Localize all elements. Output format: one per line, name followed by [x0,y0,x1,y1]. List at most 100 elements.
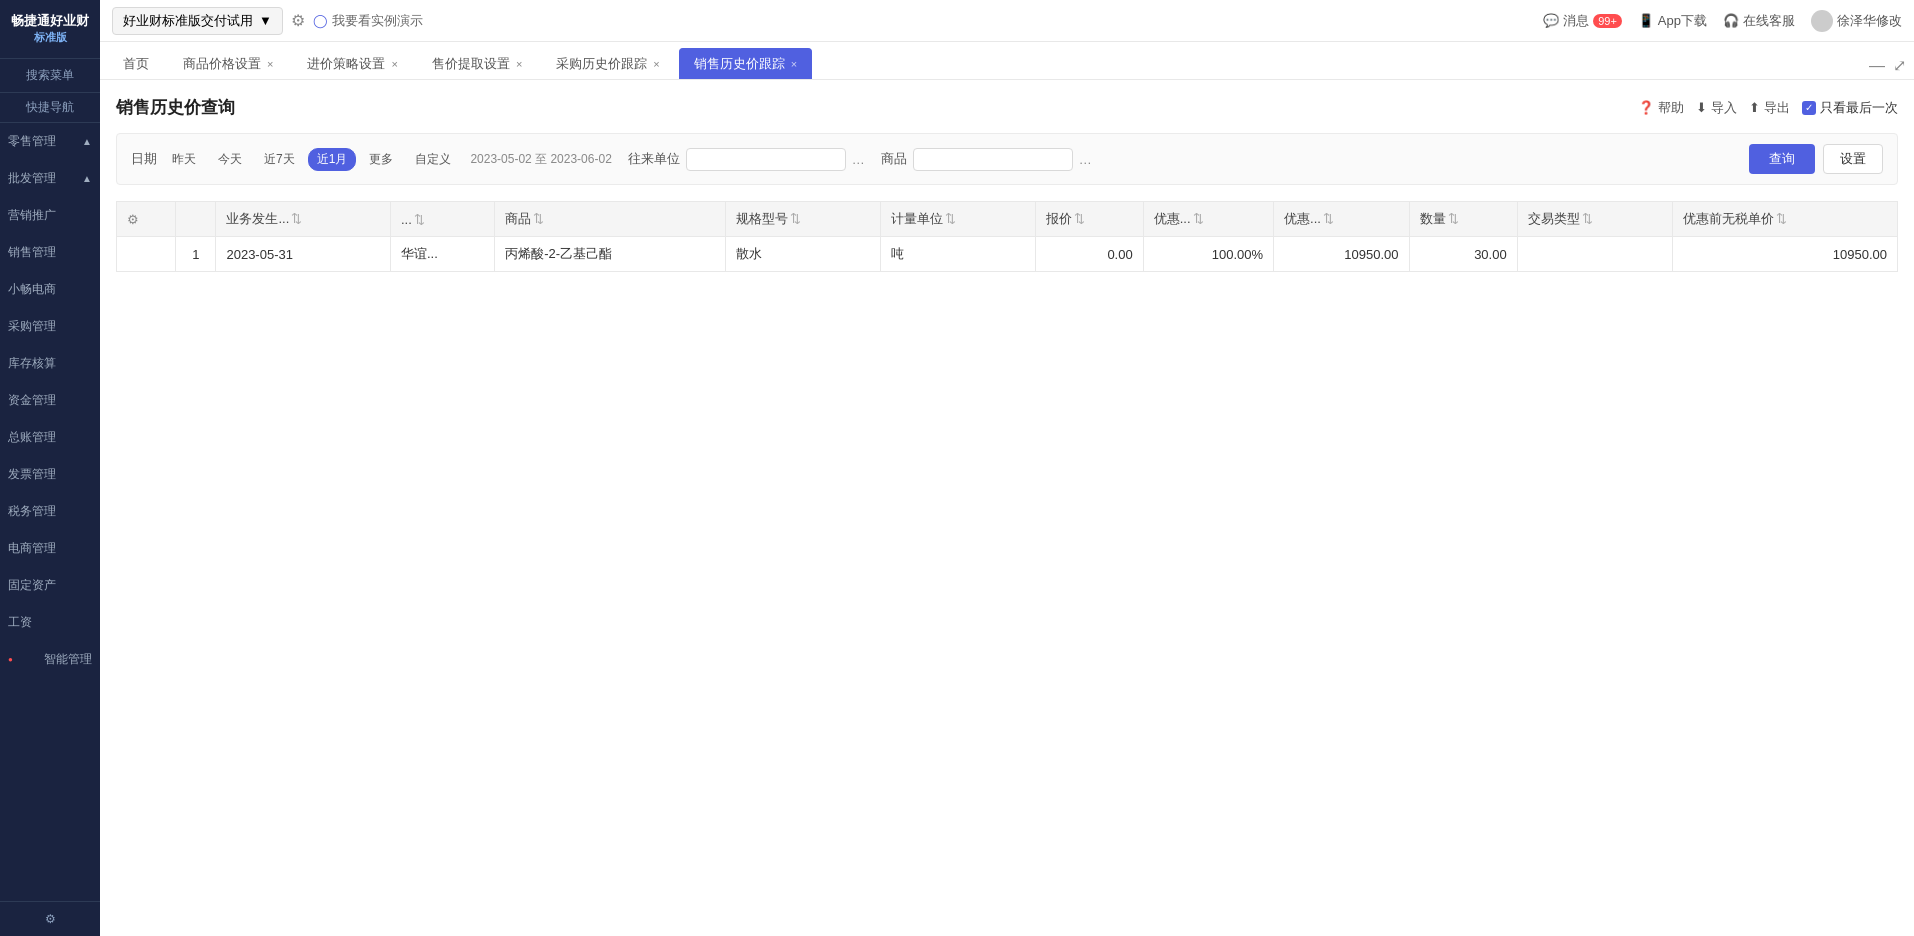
date-buttons: 昨天 今天 近7天 近1月 更多 自定义 [163,148,460,171]
col-settings[interactable]: ⚙ [117,202,176,237]
source-more-btn[interactable]: … [852,152,865,167]
row-spec: 散水 [725,237,880,272]
app-logo: 畅捷通好业财 标准版 [0,0,100,59]
sidebar-item-tax[interactable]: 税务管理 [0,493,100,530]
date-btn-today[interactable]: 今天 [209,148,251,171]
sidebar-item-general-ledger-label: 总账管理 [8,429,56,446]
messages-label: 消息 [1563,12,1589,30]
import-icon: ⬇ [1696,100,1707,115]
sidebar-settings-btn[interactable]: ⚙ [0,901,100,936]
sidebar-item-ecom-small[interactable]: 小畅电商 [0,271,100,308]
sidebar-item-funds[interactable]: 资金管理 [0,382,100,419]
table-settings-icon[interactable]: ⚙ [127,212,139,227]
source-filter-group: 往来单位 … [628,148,865,171]
tab-sale-extract-close[interactable]: × [516,58,522,70]
sidebar-item-ecom[interactable]: 电商管理 [0,530,100,567]
col-extra-header[interactable]: ...⇅ [390,202,494,237]
chevron-down-icon: ▼ [259,13,272,28]
col-tax-free-header[interactable]: 优惠前无税单价⇅ [1672,202,1897,237]
col-unit-header[interactable]: 计量单位⇅ [880,202,1035,237]
col-discount1-header[interactable]: 优惠...⇅ [1143,202,1273,237]
export-link[interactable]: ⬆ 导出 [1749,99,1790,117]
col-qty-header[interactable]: 数量⇅ [1409,202,1517,237]
sort-icon-spec: ⇅ [790,211,801,226]
tab-product-price-close[interactable]: × [267,58,273,70]
message-icon: 💬 [1543,13,1559,28]
edition-label: 好业财标准版交付试用 [123,12,253,30]
tab-purchase-history-label: 采购历史价跟踪 [556,55,647,73]
tab-home[interactable]: 首页 [108,48,164,79]
sidebar-item-ecom-small-label: 小畅电商 [8,281,56,298]
sidebar-quick-nav[interactable]: 快捷导航 [0,93,100,123]
date-btn-last7[interactable]: 近7天 [255,148,304,171]
tab-purchase-history[interactable]: 采购历史价跟踪 × [541,48,674,79]
sort-icon-goods: ⇅ [533,211,544,226]
source-input[interactable] [686,148,846,171]
only-last-checkbox[interactable]: ✓ 只看最后一次 [1802,99,1898,117]
date-btn-custom[interactable]: 自定义 [406,148,460,171]
tab-sale-extract[interactable]: 售价提取设置 × [417,48,537,79]
goods-label: 商品 [881,150,907,168]
maximize-icon[interactable]: ⤢ [1893,56,1906,75]
col-discount2-header[interactable]: 优惠...⇅ [1274,202,1410,237]
goods-more-btn[interactable]: … [1079,152,1092,167]
sidebar-search-menu[interactable]: 搜索菜单 [0,59,100,93]
tab-purchase-history-close[interactable]: × [653,58,659,70]
page-content: 销售历史价查询 ❓ 帮助 ⬇ 导入 ⬆ 导出 ✓ 只看最后一次 [100,80,1914,936]
sidebar-item-invoice[interactable]: 发票管理 [0,456,100,493]
setting-button[interactable]: 设置 [1823,144,1883,174]
sidebar-item-sales[interactable]: 销售管理 [0,234,100,271]
sidebar-item-wholesale[interactable]: 批发管理 ▲ [0,160,100,197]
table-body: 1 2023-05-31 华谊... 丙烯酸-2-乙基己酯 散水 吨 0.00 … [117,237,1898,272]
topbar-settings-icon[interactable]: ⚙ [291,11,305,30]
tab-home-label: 首页 [123,55,149,73]
sidebar-item-inventory[interactable]: 库存核算 [0,345,100,382]
tab-sale-history-close[interactable]: × [791,58,797,70]
logo-sub-text: 标准版 [8,30,92,45]
sort-icon-qty: ⇅ [1448,211,1459,226]
sidebar-item-salary[interactable]: 工资 [0,604,100,641]
row-biz-date: 2023-05-31 [216,237,391,272]
demo-link[interactable]: ◯ 我要看实例演示 [313,12,423,30]
demo-label: 我要看实例演示 [332,12,423,30]
sidebar-item-retail[interactable]: 零售管理 ▲ [0,123,100,160]
help-link[interactable]: ❓ 帮助 [1638,99,1684,117]
sidebar-item-marketing[interactable]: 营销推广 [0,197,100,234]
tab-purchase-strategy-close[interactable]: × [391,58,397,70]
tab-product-price[interactable]: 商品价格设置 × [168,48,288,79]
sidebar-item-purchase[interactable]: 采购管理 [0,308,100,345]
import-link[interactable]: ⬇ 导入 [1696,99,1737,117]
goods-input[interactable] [913,148,1073,171]
query-button[interactable]: 查询 [1749,144,1815,174]
minimize-icon[interactable]: — [1869,57,1885,75]
topbar: 好业财标准版交付试用 ▼ ⚙ ◯ 我要看实例演示 💬 消息 99+ 📱 App下… [100,0,1914,42]
date-btn-yesterday[interactable]: 昨天 [163,148,205,171]
tab-purchase-strategy[interactable]: 进价策略设置 × [292,48,412,79]
sort-icon-discount1: ⇅ [1193,211,1204,226]
row-qty: 30.00 [1409,237,1517,272]
sidebar-item-fixed-assets[interactable]: 固定资产 [0,567,100,604]
col-biz-date-header[interactable]: 业务发生...⇅ [216,202,391,237]
sidebar-item-wholesale-arrow: ▲ [82,173,92,184]
app-download-btn[interactable]: 📱 App下载 [1638,12,1707,30]
col-price-header[interactable]: 报价⇅ [1035,202,1143,237]
sidebar-item-smart[interactable]: ● 智能管理 [0,641,100,678]
sidebar-item-general-ledger[interactable]: 总账管理 [0,419,100,456]
col-spec-header[interactable]: 规格型号⇅ [725,202,880,237]
user-profile-btn[interactable]: 徐泽华修改 [1811,10,1902,32]
date-btn-more[interactable]: 更多 [360,148,402,171]
edition-selector[interactable]: 好业财标准版交付试用 ▼ [112,7,283,35]
goods-filter-group: 商品 … [881,148,1092,171]
row-tax-free-price: 10950.00 [1672,237,1897,272]
row-biz-org: 华谊... [390,237,494,272]
col-trans-header[interactable]: 交易类型⇅ [1517,202,1672,237]
col-goods-header[interactable]: 商品⇅ [495,202,725,237]
tab-sale-history[interactable]: 销售历史价跟踪 × [679,48,812,79]
sidebar-item-ecom-label: 电商管理 [8,540,56,557]
topbar-left: 好业财标准版交付试用 ▼ ⚙ ◯ 我要看实例演示 [112,7,423,35]
date-btn-last1m[interactable]: 近1月 [308,148,357,171]
online-service-btn[interactable]: 🎧 在线客服 [1723,12,1795,30]
messages-btn[interactable]: 💬 消息 99+ [1543,12,1622,30]
sort-icon-trans: ⇅ [1582,211,1593,226]
page-actions: ❓ 帮助 ⬇ 导入 ⬆ 导出 ✓ 只看最后一次 [1638,99,1898,117]
